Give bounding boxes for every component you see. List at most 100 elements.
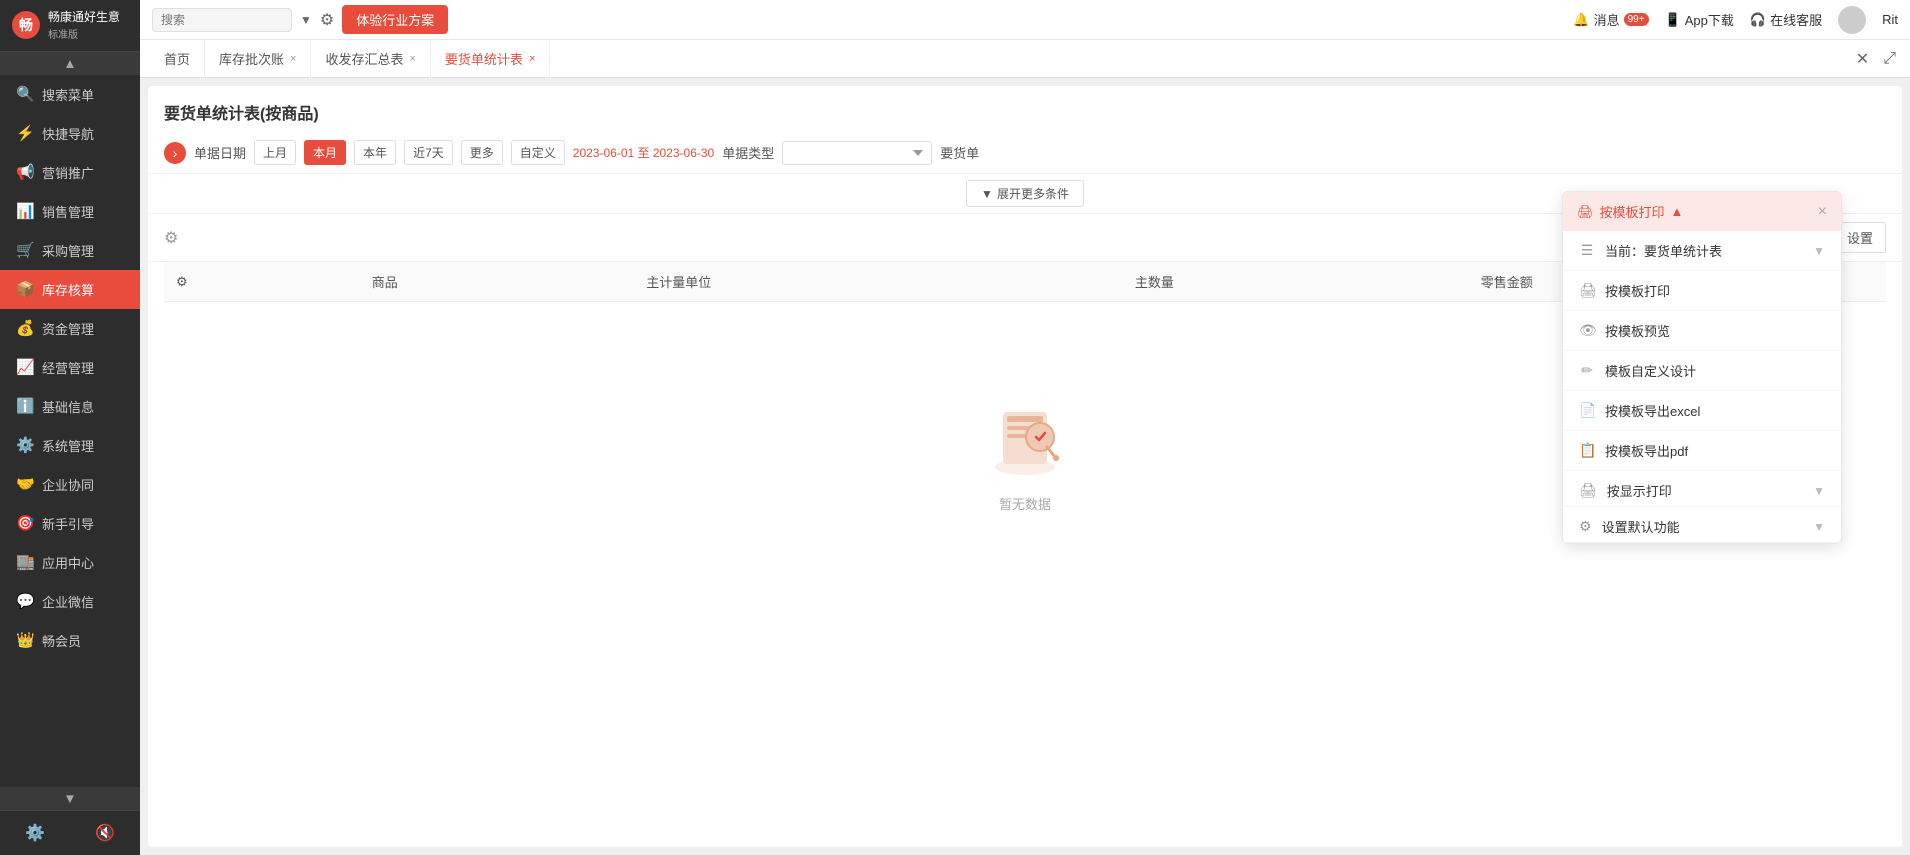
set-default-label: 设置默认功能	[1602, 517, 1680, 536]
tab-order-stats-close[interactable]: ×	[529, 53, 535, 65]
tab-order-stats[interactable]: 要货单统计表 ×	[431, 40, 550, 78]
date-btn-lastmonth[interactable]: 上月	[254, 140, 296, 165]
print-dropdown-header: 🖨 按模板打印 ▲ ×	[1563, 192, 1841, 231]
logo-badge: 标准版	[48, 26, 120, 41]
gear-icon[interactable]: ⚙	[164, 228, 178, 248]
tab-receipt-summary-close[interactable]: ×	[409, 53, 415, 65]
tabs-end: ✕ ⤢	[1852, 45, 1900, 73]
tab-receipt-summary[interactable]: 收发存汇总表 ×	[311, 40, 430, 78]
sidebar-item-appstore[interactable]: 🏬 应用中心	[0, 543, 140, 582]
print-dropdown: 🖨 按模板打印 ▲ × ☰ 当前：要货单统计表 ▼ 🖨 按模板打印 👁 按模	[1562, 191, 1842, 544]
avatar[interactable]	[1838, 6, 1866, 34]
tab-batch-account[interactable]: 库存批次账 ×	[205, 40, 311, 78]
set-default-item[interactable]: ⚙ 设置默认功能 ▼	[1563, 507, 1841, 543]
template-export-excel-label: 按模板导出excel	[1605, 401, 1700, 420]
sidebar-item-basic[interactable]: ℹ️ 基础信息	[0, 387, 140, 426]
template-preview-label: 按模板预览	[1605, 321, 1670, 340]
purchase-icon: 🛒	[16, 241, 34, 259]
topbar-search-input[interactable]	[152, 8, 292, 32]
sidebar-scroll-up[interactable]: ▲	[0, 52, 140, 75]
notification-badge: 99+	[1624, 13, 1649, 26]
sidebar-item-guide[interactable]: 🎯 新手引导	[0, 504, 140, 543]
sidebar-item-purchase[interactable]: 🛒 采购管理	[0, 231, 140, 270]
empty-illustration	[975, 382, 1075, 482]
display-print-item[interactable]: 🖨 按显示打印 ▼	[1563, 471, 1841, 507]
page-title: 要货单统计表(按商品)	[148, 86, 1902, 132]
col-quantity: 主数量	[1123, 262, 1469, 302]
sidebar-bottom: ⚙️ 🔇	[0, 810, 140, 855]
finance-icon: 💰	[16, 319, 34, 337]
appstore-icon: 🏬	[16, 553, 34, 571]
order-goods-label: 要货单	[940, 143, 979, 162]
sidebar-item-search[interactable]: 🔍 搜索菜单	[0, 75, 140, 114]
template-custom-item[interactable]: ✏ 模板自定义设计	[1563, 351, 1841, 391]
tab-home[interactable]: 首页	[150, 40, 205, 78]
service-icon: 🎧	[1750, 12, 1766, 28]
notification-btn[interactable]: 🔔 消息 99+	[1573, 10, 1648, 29]
date-btn-7days[interactable]: 近7天	[404, 140, 453, 165]
topbar-dropdown-icon[interactable]: ▼	[300, 13, 312, 27]
sidebar-item-label: 应用中心	[42, 553, 94, 572]
download-icon: 📱	[1665, 12, 1681, 28]
date-btn-more[interactable]: 更多	[461, 140, 503, 165]
collab-icon: 🤝	[16, 475, 34, 493]
template-preview-item[interactable]: 👁 按模板预览	[1563, 311, 1841, 351]
settings-icon[interactable]: ⚙️	[21, 819, 49, 847]
wechat-icon: 💬	[16, 592, 34, 610]
sidebar-item-system[interactable]: ⚙️ 系统管理	[0, 426, 140, 465]
sidebar-item-inventory[interactable]: 📦 库存核算	[0, 270, 140, 309]
template-custom-label: 模板自定义设计	[1605, 361, 1696, 380]
template-print-item[interactable]: 🖨 按模板打印	[1563, 271, 1841, 311]
template-export-excel-item[interactable]: 📄 按模板导出excel	[1563, 391, 1841, 431]
sound-icon[interactable]: 🔇	[91, 819, 119, 847]
sidebar-item-wechat[interactable]: 💬 企业微信	[0, 582, 140, 621]
empty-text: 暂无数据	[999, 494, 1051, 513]
search-icon: 🔍	[16, 85, 34, 103]
display-print-arrow: ▼	[1813, 484, 1825, 498]
date-btn-thisyear[interactable]: 本年	[354, 140, 396, 165]
system-icon: ⚙️	[16, 436, 34, 454]
sidebar-item-label: 搜索菜单	[42, 85, 94, 104]
tab-batch-account-close[interactable]: ×	[290, 53, 296, 65]
template-export-pdf-item[interactable]: 📋 按模板导出pdf	[1563, 431, 1841, 471]
current-template-icon: ☰	[1579, 242, 1595, 259]
industry-btn[interactable]: 体验行业方案	[342, 5, 448, 34]
expand-more-btn[interactable]: ▼ 展开更多条件	[966, 180, 1084, 207]
template-preview-icon: 👁	[1579, 322, 1595, 339]
sidebar-item-marketing[interactable]: 📢 营销推广	[0, 153, 140, 192]
sidebar-item-sales[interactable]: 📊 销售管理	[0, 192, 140, 231]
app-download-btn[interactable]: 📱 App下载	[1665, 10, 1734, 29]
sidebar-item-finance[interactable]: 💰 资金管理	[0, 309, 140, 348]
order-type-select[interactable]	[782, 141, 932, 165]
tab-maximize-btn[interactable]: ⤢	[1879, 46, 1900, 72]
col-gear[interactable]: ⚙	[164, 262, 360, 302]
topbar-right: 🔔 消息 99+ 📱 App下载 🎧 在线客服 Rit	[1573, 6, 1898, 34]
notification-label: 消息	[1594, 10, 1620, 29]
bell-icon: 🔔	[1573, 12, 1589, 28]
set-default-icon: ⚙	[1579, 518, 1592, 535]
sidebar-scroll-down[interactable]: ▼	[0, 787, 140, 810]
logo-icon: 畅	[12, 11, 40, 39]
display-print-icon: 🖨	[1579, 482, 1597, 499]
sidebar-item-member[interactable]: 👑 畅会员	[0, 621, 140, 660]
topbar-gear-icon[interactable]: ⚙	[320, 10, 334, 30]
date-btn-thismonth[interactable]: 本月	[304, 140, 346, 165]
filter-expand-btn[interactable]: ›	[164, 142, 186, 164]
sidebar-item-label: 库存核算	[42, 280, 94, 299]
sidebar-item-operation[interactable]: 📈 经营管理	[0, 348, 140, 387]
print-dropdown-title: 按模板打印	[1600, 202, 1665, 221]
current-template-item[interactable]: ☰ 当前：要货单统计表 ▼	[1563, 231, 1841, 271]
template-export-pdf-label: 按模板导出pdf	[1605, 441, 1688, 460]
sidebar-item-label: 企业微信	[42, 592, 94, 611]
username: Rit	[1882, 12, 1898, 27]
sidebar: 畅 畅康通好生意 标准版 ▲ 🔍 搜索菜单 ⚡ 快捷导航 📢 营销推广 📊 销售…	[0, 0, 140, 855]
date-btn-custom[interactable]: 自定义	[511, 140, 565, 165]
template-custom-icon: ✏	[1579, 362, 1595, 379]
online-service-btn[interactable]: 🎧 在线客服	[1750, 10, 1822, 29]
sidebar-item-collab[interactable]: 🤝 企业协同	[0, 465, 140, 504]
sidebar-item-label: 系统管理	[42, 436, 94, 455]
tab-close-all-btn[interactable]: ✕	[1852, 45, 1873, 73]
sidebar-menu: 🔍 搜索菜单 ⚡ 快捷导航 📢 营销推广 📊 销售管理 🛒 采购管理 📦 库存核…	[0, 75, 140, 787]
print-dropdown-close-btn[interactable]: ×	[1818, 203, 1827, 221]
sidebar-item-shortcut[interactable]: ⚡ 快捷导航	[0, 114, 140, 153]
